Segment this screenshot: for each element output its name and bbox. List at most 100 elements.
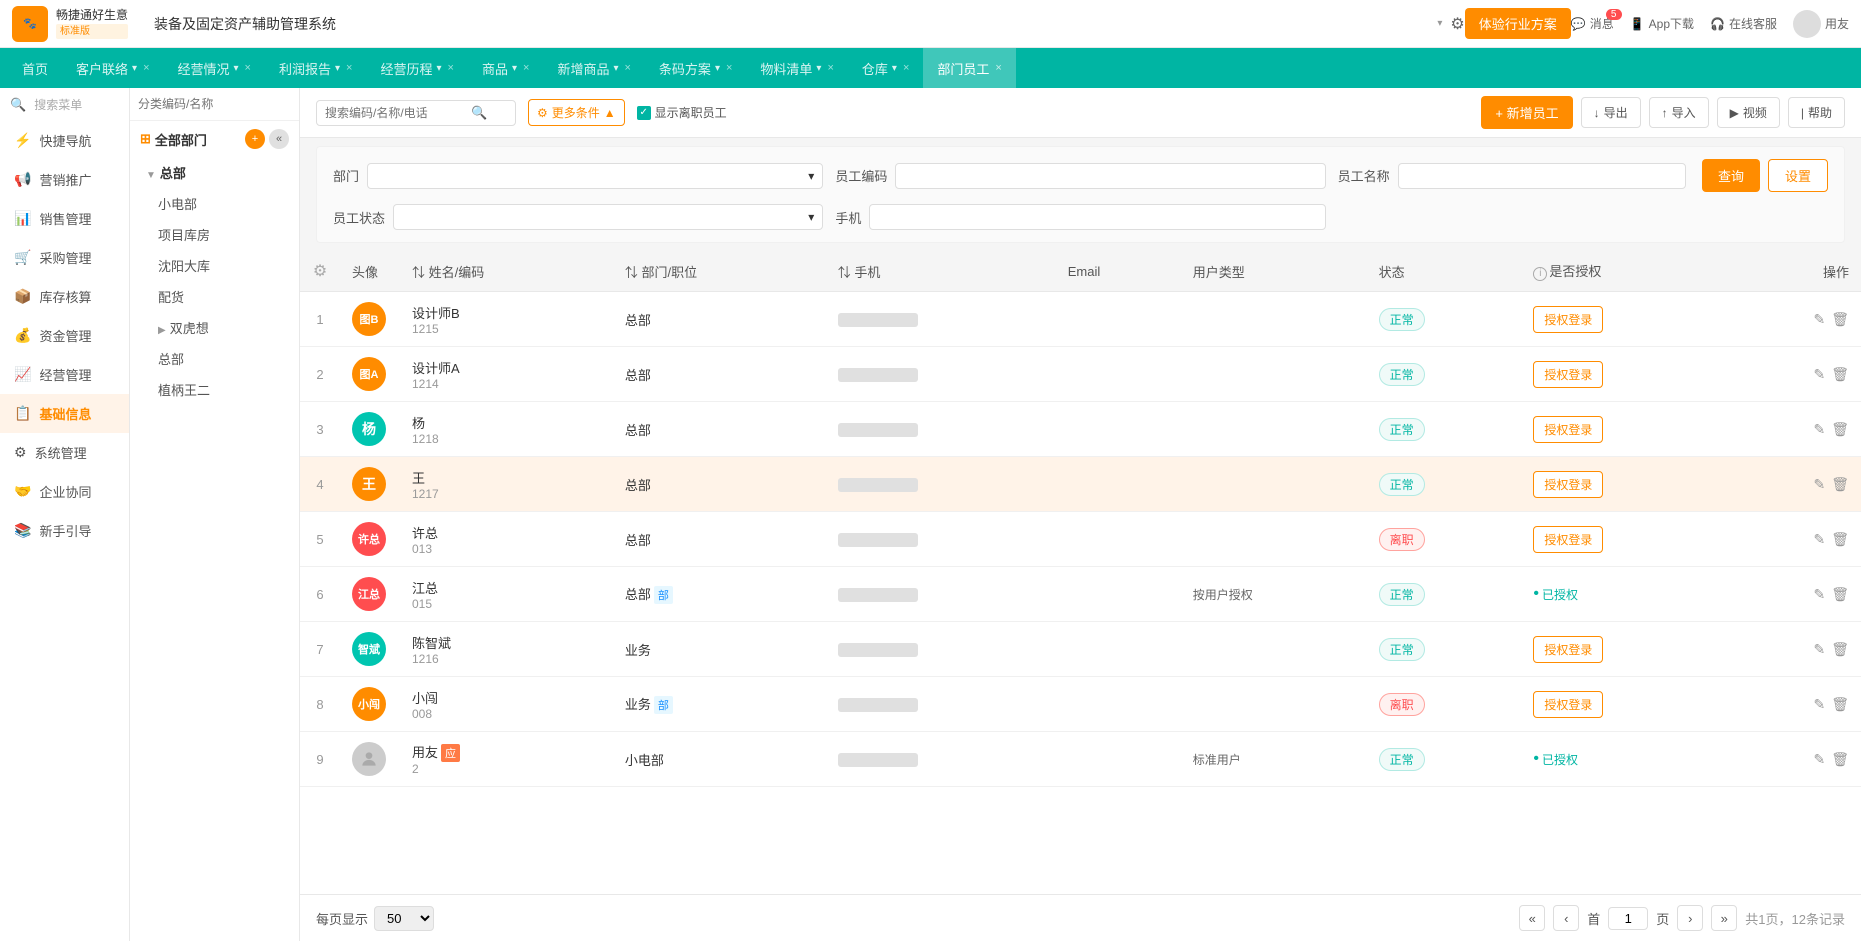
- messages-button[interactable]: 💬 5 消息: [1571, 15, 1614, 32]
- tab-dept-emp[interactable]: 部门员工×: [923, 48, 1015, 88]
- online-service-button[interactable]: 🎧 在线客服: [1710, 15, 1777, 32]
- dept-item-shuangxiang[interactable]: ▶双虎想: [130, 312, 299, 343]
- sidebar-item-marketing[interactable]: 📢 营销推广: [0, 160, 129, 199]
- tab-goods-close[interactable]: ×: [523, 62, 529, 74]
- dept-item-shenyangda[interactable]: 沈阳大库: [130, 250, 299, 281]
- edit-button[interactable]: ✎: [1813, 476, 1825, 492]
- last-page-button[interactable]: »: [1711, 905, 1737, 931]
- tab-customer[interactable]: 客户联络▾×: [62, 48, 163, 88]
- sidebar-item-purchase[interactable]: 🛒 采购管理: [0, 238, 129, 277]
- import-button[interactable]: ↑ 导入: [1649, 97, 1709, 128]
- tab-operations[interactable]: 经营情况▾×: [164, 48, 265, 88]
- dept-add-button[interactable]: +: [245, 129, 265, 149]
- video-button[interactable]: ▶ 视频: [1717, 97, 1780, 128]
- tab-barcode-close[interactable]: ×: [726, 62, 732, 74]
- settings-icon[interactable]: ⚙: [1450, 14, 1464, 34]
- tab-history-close[interactable]: ×: [448, 62, 454, 74]
- tab-home[interactable]: 首页: [8, 48, 62, 88]
- filter-empcode-input[interactable]: [895, 163, 1325, 189]
- edit-button[interactable]: ✎: [1813, 586, 1825, 602]
- sidebar-search-area[interactable]: 🔍 搜索菜单: [0, 88, 129, 121]
- sidebar-item-sales[interactable]: 📊 销售管理: [0, 199, 129, 238]
- dept-search-input[interactable]: [138, 97, 293, 111]
- query-button[interactable]: 查询: [1702, 159, 1760, 192]
- edit-button[interactable]: ✎: [1813, 751, 1825, 767]
- next-page-button[interactable]: ›: [1677, 905, 1703, 931]
- prev-page-button[interactable]: ‹: [1553, 905, 1579, 931]
- tab-history[interactable]: 经营历程▾×: [366, 48, 467, 88]
- filter-phone-input[interactable]: [869, 204, 1325, 230]
- system-dropdown-arrow[interactable]: ▾: [1437, 18, 1442, 29]
- auth-button[interactable]: 授权登录: [1533, 306, 1603, 333]
- sidebar-item-inventory[interactable]: 📦 库存核算: [0, 277, 129, 316]
- delete-button[interactable]: 🗑: [1831, 311, 1849, 327]
- delete-button[interactable]: 🗑: [1831, 421, 1849, 437]
- sidebar-item-quick-nav[interactable]: ⚡ 快捷导航: [0, 121, 129, 160]
- tab-barcode[interactable]: 条码方案▾×: [645, 48, 746, 88]
- auth-button[interactable]: 授权登录: [1533, 471, 1603, 498]
- user-menu-button[interactable]: 用友: [1793, 10, 1849, 38]
- delete-button[interactable]: 🗑: [1831, 586, 1849, 602]
- dept-item-xiangmuku[interactable]: 项目库房: [130, 219, 299, 250]
- auth-button[interactable]: 授权登录: [1533, 691, 1603, 718]
- auth-button[interactable]: 授权登录: [1533, 636, 1603, 663]
- edit-button[interactable]: ✎: [1813, 696, 1825, 712]
- tab-profit-close[interactable]: ×: [346, 62, 352, 74]
- tab-newgoods-close[interactable]: ×: [624, 62, 630, 74]
- delete-button[interactable]: 🗑: [1831, 696, 1849, 712]
- page-input[interactable]: [1608, 907, 1648, 930]
- edit-button[interactable]: ✎: [1813, 531, 1825, 547]
- edit-button[interactable]: ✎: [1813, 421, 1825, 437]
- dept-sort-icon[interactable]: ⇅: [625, 265, 638, 280]
- edit-button[interactable]: ✎: [1813, 641, 1825, 657]
- export-button[interactable]: ↓ 导出: [1581, 97, 1641, 128]
- page-size-select[interactable]: 50 100: [374, 906, 434, 931]
- name-sort-icon[interactable]: ⇅: [412, 265, 425, 280]
- edit-button[interactable]: ✎: [1813, 311, 1825, 327]
- tab-warehouse[interactable]: 仓库▾×: [848, 48, 923, 88]
- tab-warehouse-close[interactable]: ×: [903, 62, 909, 74]
- sidebar-item-finance[interactable]: 💰 资金管理: [0, 316, 129, 355]
- delete-button[interactable]: 🗑: [1831, 366, 1849, 382]
- auth-button[interactable]: 授权登录: [1533, 416, 1603, 443]
- sidebar-item-operations[interactable]: 📈 经营管理: [0, 355, 129, 394]
- tab-customer-close[interactable]: ×: [143, 62, 149, 74]
- delete-button[interactable]: 🗑: [1831, 476, 1849, 492]
- tab-bom-close[interactable]: ×: [827, 62, 833, 74]
- col-gear-icon[interactable]: ⚙: [312, 261, 328, 281]
- delete-button[interactable]: 🗑: [1831, 641, 1849, 657]
- tab-ops-close[interactable]: ×: [245, 62, 251, 74]
- dept-item-zongbu-parent[interactable]: ▼总部: [130, 157, 299, 188]
- tab-deptemp-close[interactable]: ×: [995, 62, 1001, 74]
- delete-button[interactable]: 🗑: [1831, 751, 1849, 767]
- filter-more-button[interactable]: ⚙ 更多条件 ▲: [528, 99, 625, 126]
- add-employee-button[interactable]: + 新增员工: [1481, 96, 1572, 129]
- first-page-button[interactable]: «: [1519, 905, 1545, 931]
- sidebar-item-system[interactable]: ⚙ 系统管理: [0, 433, 129, 472]
- dept-item-peihuo[interactable]: 配货: [130, 281, 299, 312]
- sidebar-item-basics[interactable]: 📋 基础信息: [0, 394, 129, 433]
- filter-dept-select[interactable]: ▾: [367, 163, 823, 189]
- show-resigned-toggle[interactable]: ✓ 显示离职员工: [637, 104, 727, 121]
- phone-sort-icon[interactable]: ⇅: [838, 265, 851, 280]
- dept-item-zhiwang[interactable]: 植柄王二: [130, 374, 299, 405]
- try-industry-button[interactable]: 体验行业方案: [1465, 8, 1571, 39]
- edit-button[interactable]: ✎: [1813, 366, 1825, 382]
- app-download-button[interactable]: 📱 App下载: [1630, 15, 1694, 32]
- filter-empname-input[interactable]: [1398, 163, 1686, 189]
- dept-collapse-button[interactable]: «: [269, 129, 289, 149]
- dept-item-xiaodian[interactable]: 小电部: [130, 188, 299, 219]
- sidebar-item-collab[interactable]: 🤝 企业协同: [0, 472, 129, 511]
- emp-search-input[interactable]: [325, 106, 465, 120]
- dept-item-zongbu2[interactable]: 总部: [130, 343, 299, 374]
- delete-button[interactable]: 🗑: [1831, 531, 1849, 547]
- help-button[interactable]: | 帮助: [1788, 97, 1845, 128]
- sidebar-item-guide[interactable]: 📚 新手引导: [0, 511, 129, 550]
- tab-bom[interactable]: 物料清单▾×: [746, 48, 847, 88]
- auth-button[interactable]: 授权登录: [1533, 526, 1603, 553]
- tab-goods[interactable]: 商品▾×: [468, 48, 543, 88]
- tab-profit[interactable]: 利润报告▾×: [265, 48, 366, 88]
- filter-status-select[interactable]: ▾: [393, 204, 823, 230]
- auth-button[interactable]: 授权登录: [1533, 361, 1603, 388]
- set-button[interactable]: 设置: [1768, 159, 1828, 192]
